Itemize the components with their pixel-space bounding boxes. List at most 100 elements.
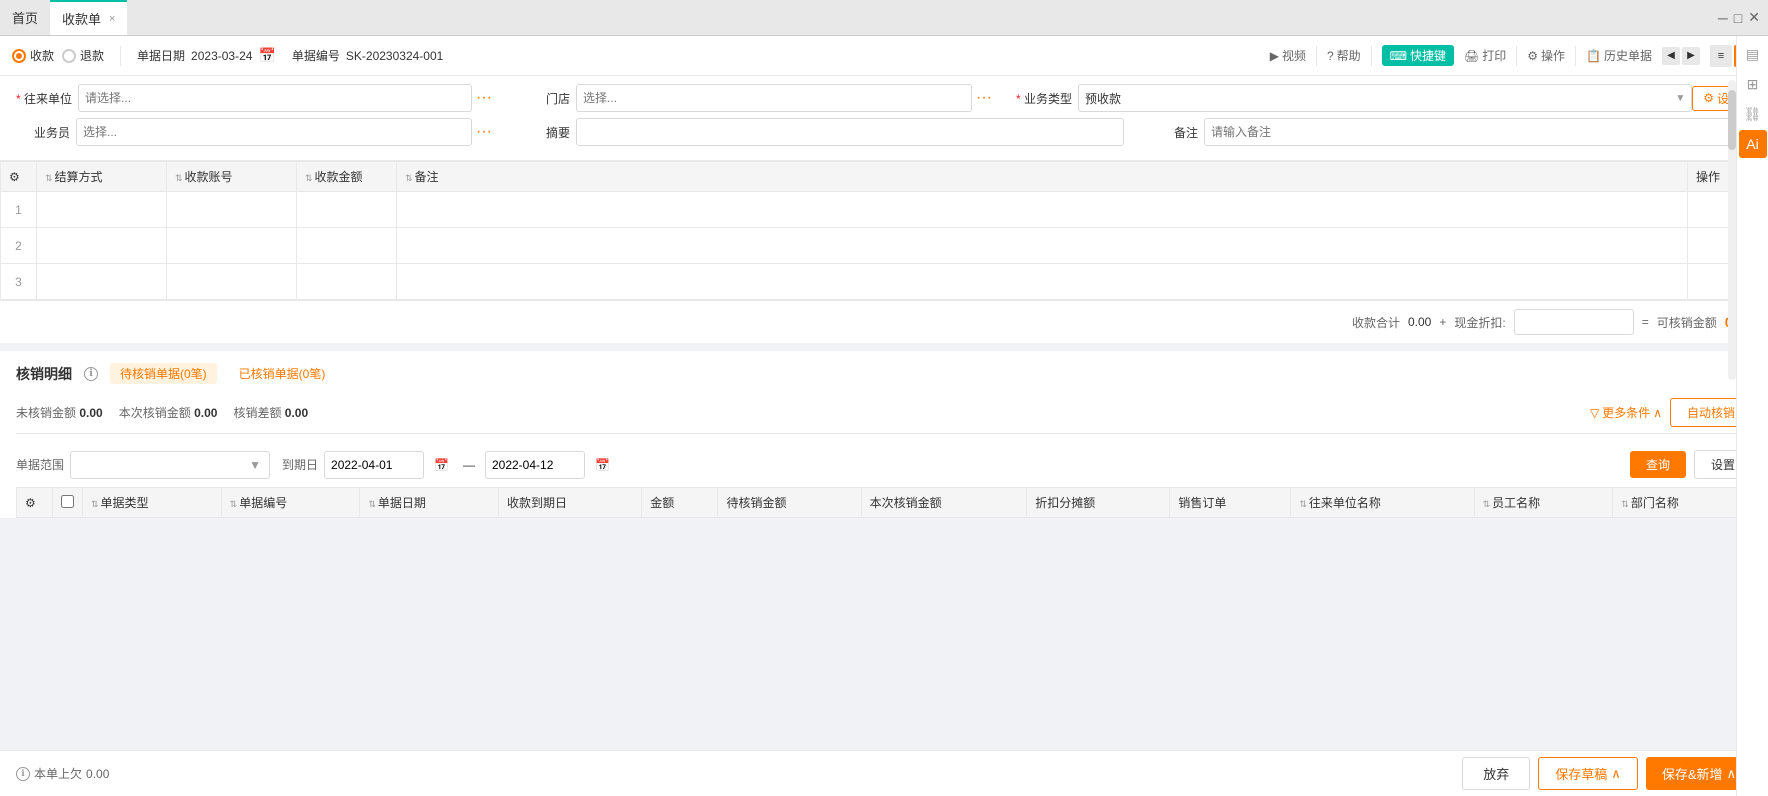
layout-list-btn[interactable]: ≡ (1710, 45, 1732, 67)
sidebar-ai-icon[interactable]: Ai (1739, 130, 1767, 158)
window-close-btn[interactable]: ✕ (1748, 9, 1760, 26)
range-select[interactable]: ▼ (70, 451, 270, 479)
date-range-field: 到期日 📅 — 📅 (282, 451, 614, 479)
verify-title: 核销明细 (16, 364, 72, 384)
help-btn[interactable]: ? 帮助 (1327, 47, 1361, 64)
verified-label: 可核销金额 (1657, 314, 1717, 331)
discount-label: 现金折扣: (1454, 314, 1505, 331)
help-label: 帮助 (1337, 47, 1361, 64)
abandon-btn[interactable]: 放弃 (1462, 757, 1530, 790)
nav-prev[interactable]: ◀ (1662, 47, 1680, 65)
sidebar-table-icon[interactable]: ▤ (1739, 40, 1767, 68)
td-row-2-settle[interactable] (37, 228, 167, 264)
total-label: 收款合计 (1352, 314, 1400, 331)
tab-done[interactable]: 已核销单据(0笔) (229, 363, 336, 384)
th-gear[interactable]: ⚙ (1, 162, 37, 192)
date-from-input[interactable] (324, 451, 424, 479)
unverified-label: 未核销金额 (16, 406, 76, 420)
bth-amount-label: 金额 (650, 496, 674, 510)
window-max-btn[interactable]: □ (1734, 10, 1742, 26)
cal-to-icon[interactable]: 📅 (591, 458, 614, 472)
sidebar-grid-icon[interactable]: ⊞ (1739, 70, 1767, 98)
operations-btn[interactable]: ⚙ 操作 (1527, 47, 1565, 64)
query-btn[interactable]: 查询 (1630, 451, 1686, 478)
bth-date-label: 单据日期 (378, 496, 426, 510)
bth-type-label: 单据类型 (101, 496, 149, 510)
scrollbar-thumb[interactable] (1728, 90, 1736, 150)
radio-receive[interactable]: 收款 (12, 47, 54, 64)
td-row-1-amount[interactable] (297, 192, 397, 228)
td-row-1-settle[interactable] (37, 192, 167, 228)
radio-refund[interactable]: 退款 (62, 47, 104, 64)
radio-refund-dot (62, 49, 76, 63)
verify-stats: 未核销金额 0.00 本次核销金额 0.00 核销差额 0.00 ▽ 更多条件 … (16, 392, 1752, 434)
verify-info-icon[interactable]: ℹ (84, 367, 98, 381)
store-label: 门店 (516, 90, 576, 107)
settings-icon: ⚙ (1703, 91, 1714, 105)
tab-current[interactable]: 收款单 × (50, 0, 127, 35)
tab-home[interactable]: 首页 (0, 0, 50, 35)
business-type-select[interactable]: 预收款 ▼ (1078, 84, 1692, 112)
counterparty-more-btn[interactable]: ··· (472, 89, 496, 107)
total-value: 0.00 (1408, 315, 1431, 329)
shortcut-btn[interactable]: ⌨ 快捷键 (1382, 45, 1454, 66)
save-draft-chevron: ∧ (1611, 766, 1621, 782)
date-to-input[interactable] (485, 451, 585, 479)
summary-row: 收款合计 0.00 + 现金折扣: = 可核销金额 0.00 (0, 300, 1768, 343)
counterparty-input[interactable] (78, 84, 472, 112)
td-row-2-remark[interactable] (397, 228, 1688, 264)
tab-pending-label: 待核销单据(0笔) (120, 365, 207, 382)
th-account-label: 收款账号 (185, 170, 233, 184)
td-row-3-remark[interactable] (397, 264, 1688, 300)
window-min-btn[interactable]: ─ (1718, 10, 1728, 26)
gear-icon: ⚙ (9, 170, 20, 184)
calendar-icon[interactable]: 📅 (258, 47, 275, 64)
more-conditions-btn[interactable]: ▽ 更多条件 ∧ (1590, 404, 1662, 421)
staff-field: 业务员 ··· (16, 118, 496, 146)
cal-from-icon[interactable]: 📅 (430, 458, 453, 472)
discount-input[interactable] (1514, 309, 1634, 335)
store-more-btn[interactable]: ··· (972, 89, 996, 107)
th-ops-label: 操作 (1696, 170, 1720, 184)
tab-close-icon[interactable]: × (109, 13, 115, 25)
store-input[interactable] (576, 84, 972, 112)
td-row-3-account[interactable] (167, 264, 297, 300)
bth-number-label: 单据编号 (239, 496, 287, 510)
staff-more-btn[interactable]: ··· (472, 123, 496, 141)
staff-label: 业务员 (16, 124, 76, 141)
chevron-up-icon: ∧ (1653, 406, 1662, 420)
business-type-value: 预收款 (1085, 90, 1121, 107)
scrollbar[interactable] (1728, 80, 1736, 380)
td-row-2-amount[interactable] (297, 228, 397, 264)
td-row-1-remark[interactable] (397, 192, 1688, 228)
tab-pending[interactable]: 待核销单据(0笔) (110, 363, 217, 384)
bth-sales-label: 销售订单 (1178, 496, 1226, 510)
td-row-2-account[interactable] (167, 228, 297, 264)
bth-discount-label: 折扣分摊额 (1035, 496, 1095, 510)
diff-value: 0.00 (285, 406, 308, 420)
sidebar-link-icon[interactable]: ⛓ (1739, 100, 1767, 128)
bth-staff: ⇅员工名称 (1474, 488, 1613, 518)
remark-input[interactable] (1204, 118, 1752, 146)
bottom-info-label: 本单上欠 (34, 765, 82, 782)
print-btn[interactable]: 🖨 打印 (1464, 47, 1506, 64)
history-btn[interactable]: 📋 历史单据 (1586, 47, 1652, 64)
video-btn[interactable]: ▶ 视频 (1270, 47, 1306, 64)
summary-input[interactable] (576, 118, 1124, 146)
bth-gear[interactable]: ⚙ (17, 488, 53, 518)
date-value: 2023-03-24 (191, 49, 252, 63)
td-row-3-settle[interactable] (37, 264, 167, 300)
counterparty-label: 往来单位 (16, 90, 78, 107)
number-label: 单据编号 (292, 47, 340, 64)
th-remark: ⇅备注 (397, 162, 1688, 192)
nav-next[interactable]: ▶ (1682, 47, 1700, 65)
staff-input[interactable] (76, 118, 472, 146)
bth-date: ⇅单据日期 (360, 488, 499, 518)
save-draft-btn[interactable]: 保存草稿 ∧ (1538, 757, 1638, 790)
save-new-chevron: ∧ (1726, 766, 1736, 782)
td-row-1-account[interactable] (167, 192, 297, 228)
select-all-checkbox[interactable] (61, 495, 74, 508)
td-row-3-amount[interactable] (297, 264, 397, 300)
bth-sales: 销售订单 (1170, 488, 1291, 518)
main-content: 往来单位 ··· 门店 ··· 业务类型 预收款 ▼ ⚙ 设置 (0, 76, 1768, 750)
